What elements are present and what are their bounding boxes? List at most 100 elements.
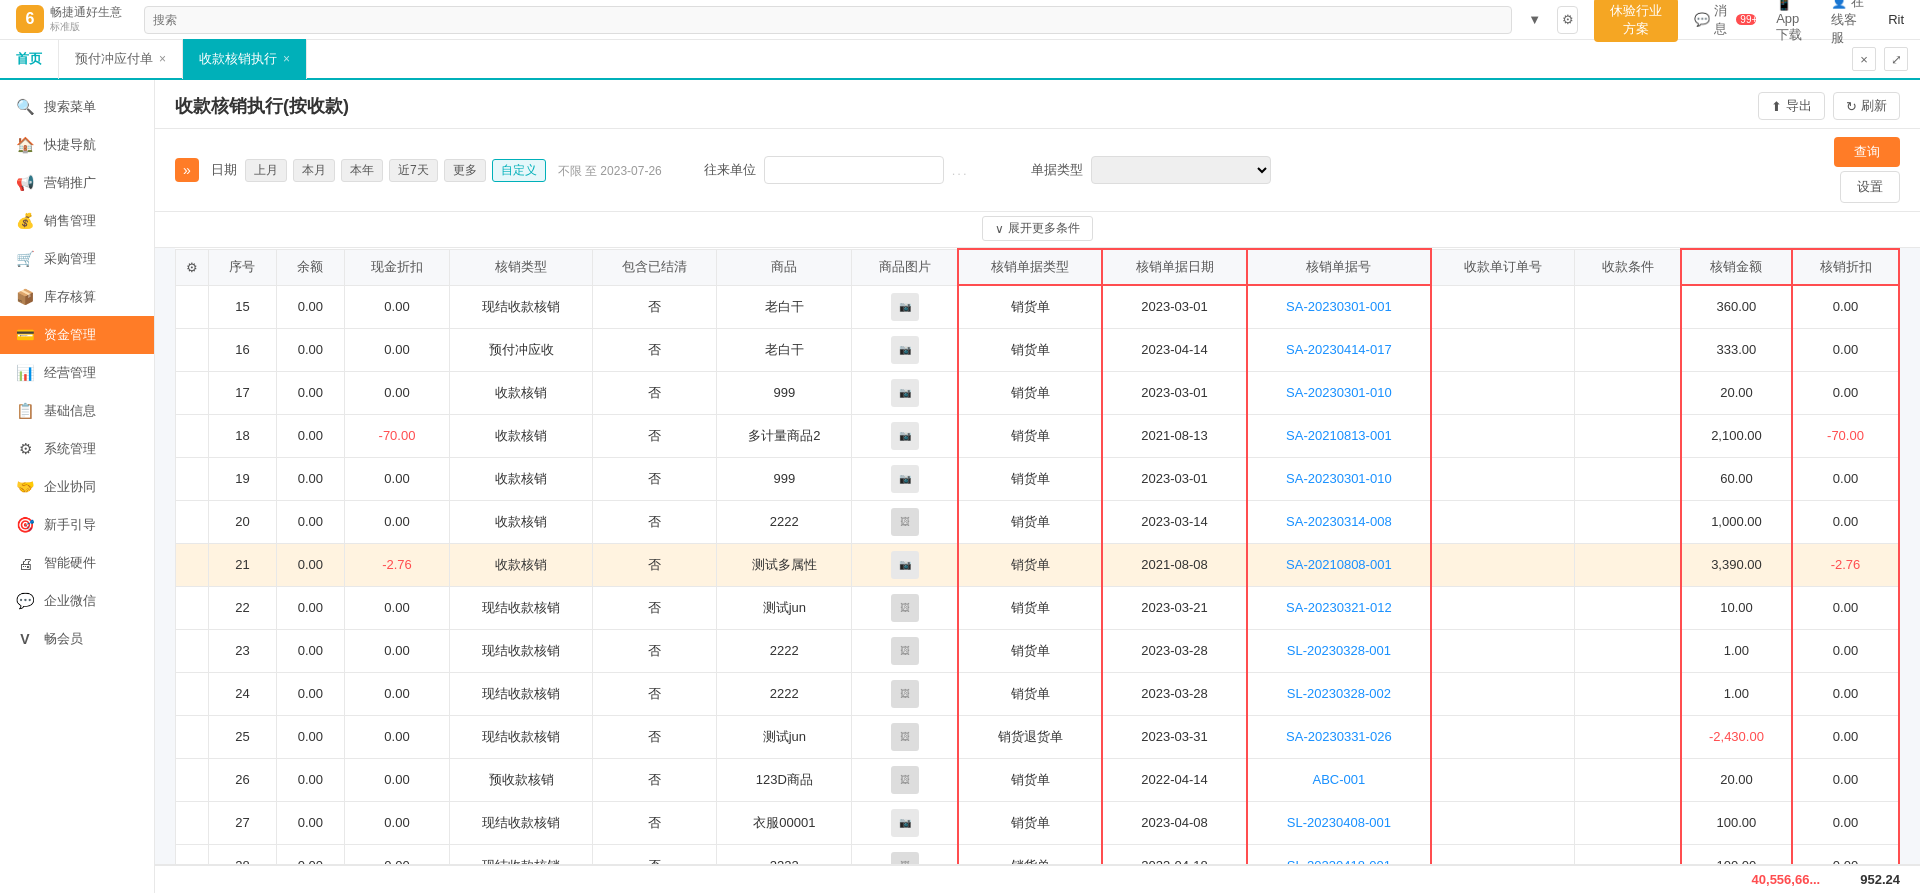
expand-more-button[interactable]: ∨ 展开更多条件 <box>982 216 1093 241</box>
cell-bill-no[interactable]: SA-20230301-010 <box>1247 457 1431 500</box>
sidebar-item-quicknav[interactable]: 🏠 快捷导航 <box>0 126 154 164</box>
date-this-month[interactable]: 本月 <box>293 159 335 182</box>
industry-btn[interactable]: 休验行业方案 <box>1594 0 1678 42</box>
cell-bill-no[interactable]: SA-20210813-001 <box>1247 414 1431 457</box>
cell-writeoff-amount: 20.00 <box>1681 758 1792 801</box>
tab-close-btn[interactable]: × <box>1852 47 1876 71</box>
sidebar-item-basic-info[interactable]: 📋 基础信息 <box>0 392 154 430</box>
message-label: 消息 <box>1714 2 1732 38</box>
cell-bill-no[interactable]: SA-20210808-001 <box>1247 543 1431 586</box>
table-wrapper: ⚙ 序号 余额 现金折扣 核销类型 包含已结清 商品 商品图片 核销单据类型 核… <box>175 248 1900 864</box>
tab-prepay[interactable]: 预付冲应付单 × <box>59 39 183 79</box>
message-area[interactable]: 💬 消息 99+ <box>1694 2 1756 38</box>
cell-bill-no[interactable]: SL-20230328-002 <box>1247 672 1431 715</box>
bill-type-select[interactable] <box>1091 156 1271 184</box>
home-icon: 🏠 <box>16 136 34 154</box>
th-bill-no: 核销单据号 <box>1247 249 1431 285</box>
th-bill-type: 核销单据类型 <box>958 249 1102 285</box>
date-last-month[interactable]: 上月 <box>245 159 287 182</box>
column-settings-icon[interactable]: ⚙ <box>186 260 198 275</box>
cell-bill-date: 2023-03-31 <box>1102 715 1246 758</box>
main-content: 收款核销执行(按收款) ⬆ 导出 ↻ 刷新 » 日期 上月 本月 本 <box>155 80 1920 893</box>
cell-bill-no[interactable]: ABC-001 <box>1247 758 1431 801</box>
sidebar-item-collab[interactable]: 🤝 企业协同 <box>0 468 154 506</box>
sidebar-item-member[interactable]: V 畅会员 <box>0 620 154 658</box>
from-unit-input[interactable] <box>764 156 944 184</box>
cell-bill-no[interactable]: SA-20230301-001 <box>1247 285 1431 328</box>
cell-bill-no[interactable]: SA-20230414-017 <box>1247 328 1431 371</box>
date-custom[interactable]: 自定义 <box>492 159 546 182</box>
tab-expand-btn[interactable]: ⤢ <box>1884 47 1908 71</box>
cell-writeoff-type: 收款核销 <box>450 543 593 586</box>
top-dropdown[interactable]: ▼ <box>1528 12 1541 27</box>
from-unit-dots: ... <box>952 163 969 178</box>
tab-home[interactable]: 首页 <box>0 39 59 79</box>
sidebar-item-guide[interactable]: 🎯 新手引导 <box>0 506 154 544</box>
table-container: ⚙ 序号 余额 现金折扣 核销类型 包含已结清 商品 商品图片 核销单据类型 核… <box>155 248 1920 864</box>
sidebar-item-inventory[interactable]: 📦 库存核算 <box>0 278 154 316</box>
sidebar-item-finance[interactable]: 💳 资金管理 <box>0 316 154 354</box>
cell-bill-no[interactable]: SL-20230408-001 <box>1247 801 1431 844</box>
setting-button[interactable]: 设置 <box>1840 171 1900 203</box>
cell-bill-no[interactable]: SA-20230301-010 <box>1247 371 1431 414</box>
cell-writeoff-type: 现结收款核销 <box>450 844 593 864</box>
cell-goods-image: 🖼 <box>852 715 958 758</box>
cell-no: 26 <box>209 758 277 801</box>
cell-writeoff-amount: 1.00 <box>1681 672 1792 715</box>
cell-bill-no[interactable]: SL-20230418-001 <box>1247 844 1431 864</box>
top-search-input[interactable] <box>144 6 1512 34</box>
sidebar-item-purchase[interactable]: 🛒 采购管理 <box>0 240 154 278</box>
sidebar-item-sales[interactable]: 💰 销售管理 <box>0 202 154 240</box>
sidebar-item-search[interactable]: 🔍 搜索菜单 <box>0 88 154 126</box>
total-discount: 952.24 <box>1860 872 1900 887</box>
cell-bill-no[interactable]: SA-20230314-008 <box>1247 500 1431 543</box>
sidebar-item-marketing[interactable]: 📢 营销推广 <box>0 164 154 202</box>
cell-writeoff-discount: 0.00 <box>1792 328 1899 371</box>
cell-writeoff-discount: 0.00 <box>1792 758 1899 801</box>
tab-prepay-close[interactable]: × <box>159 52 166 66</box>
tab-writeoff[interactable]: 收款核销执行 × <box>183 39 307 79</box>
cell-no: 25 <box>209 715 277 758</box>
refresh-button[interactable]: ↻ 刷新 <box>1833 92 1900 120</box>
cell-bill-type: 销货单 <box>958 758 1102 801</box>
export-button[interactable]: ⬆ 导出 <box>1758 92 1825 120</box>
cell-cash-discount: 0.00 <box>344 672 449 715</box>
cell-included-settled: 否 <box>593 371 717 414</box>
cell-goods-image: 🖼 <box>852 586 958 629</box>
cell-bill-no[interactable]: SA-20230331-026 <box>1247 715 1431 758</box>
cell-balance: 0.00 <box>276 758 344 801</box>
sidebar-item-hardware[interactable]: 🖨 智能硬件 <box>0 544 154 582</box>
app-download[interactable]: 📱 App下载 <box>1776 0 1811 44</box>
cell-no: 17 <box>209 371 277 414</box>
cell-bill-type: 销货单 <box>958 629 1102 672</box>
cell-writeoff-type: 现结收款核销 <box>450 715 593 758</box>
cell-cash-discount: 0.00 <box>344 629 449 672</box>
online-service[interactable]: 👤 在线客服 <box>1831 0 1868 47</box>
chevron-down-icon: ∨ <box>995 222 1004 236</box>
cell-writeoff-discount: 0.00 <box>1792 285 1899 328</box>
date-last-7days[interactable]: 近7天 <box>389 159 438 182</box>
cell-receipt-condition <box>1575 801 1681 844</box>
gear-button[interactable]: ⚙ <box>1557 6 1578 34</box>
sidebar-item-wechat[interactable]: 💬 企业微信 <box>0 582 154 620</box>
sidebar-item-management[interactable]: 📊 经营管理 <box>0 354 154 392</box>
th-settings[interactable]: ⚙ <box>176 249 209 285</box>
cell-receipt-order-no <box>1431 285 1575 328</box>
cell-bill-no[interactable]: SA-20230321-012 <box>1247 586 1431 629</box>
sidebar-item-system[interactable]: ⚙ 系统管理 <box>0 430 154 468</box>
query-button[interactable]: 查询 <box>1834 137 1900 167</box>
cell-balance: 0.00 <box>276 672 344 715</box>
cell-bill-no[interactable]: SL-20230328-001 <box>1247 629 1431 672</box>
date-more[interactable]: 更多 <box>444 159 486 182</box>
cell-cash-discount: 0.00 <box>344 715 449 758</box>
cell-receipt-order-no <box>1431 543 1575 586</box>
guide-icon: 🎯 <box>16 516 34 534</box>
date-this-year[interactable]: 本年 <box>341 159 383 182</box>
logo-badge: 标准版 <box>50 20 122 34</box>
cell-receipt-order-no <box>1431 371 1575 414</box>
tab-writeoff-close[interactable]: × <box>283 52 290 66</box>
cell-writeoff-amount: 1.00 <box>1681 629 1792 672</box>
filter-expand-button[interactable]: » <box>175 158 199 182</box>
table-row: 24 0.00 0.00 现结收款核销 否 2222 🖼 销货单 2023-03… <box>176 672 1900 715</box>
cell-no: 27 <box>209 801 277 844</box>
